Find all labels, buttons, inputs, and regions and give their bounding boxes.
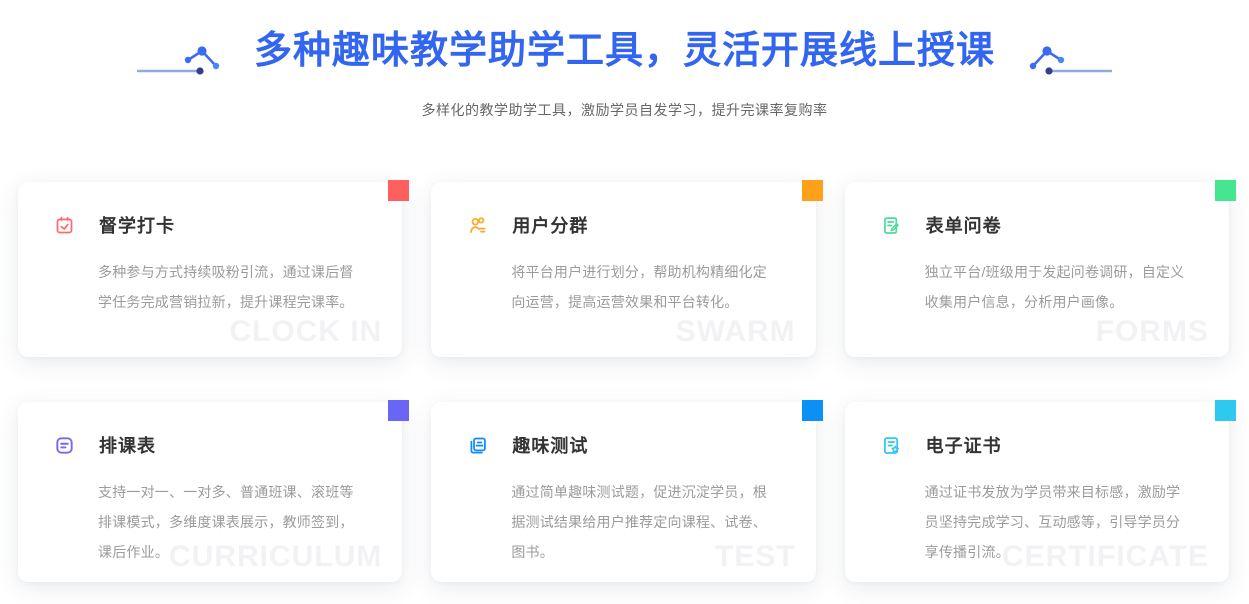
- corner-accent: [1215, 400, 1236, 421]
- card-description: 独立平台/班级用于发起问卷调研，自定义收集用户信息，分析用户画像。: [925, 257, 1186, 317]
- card-title: 电子证书: [926, 432, 1002, 458]
- user-group-icon: [467, 215, 488, 236]
- card-watermark: FORMS: [1096, 315, 1209, 349]
- feature-card-grid: 督学打卡 多种参与方式持续吸粉引流，通过课后督学任务完成营销拉新，提升课程完课率…: [18, 182, 1229, 582]
- corner-accent: [802, 180, 823, 201]
- calendar-check-icon: [54, 215, 75, 236]
- quiz-docs-icon: [467, 435, 488, 456]
- title-row: 多种趣味教学助学工具，灵活开展线上授课: [0, 22, 1249, 82]
- card-title: 督学打卡: [99, 212, 175, 238]
- card-description: 将平台用户进行划分，帮助机构精细化定向运营，提高运营效果和平台转化。: [511, 257, 772, 317]
- feature-card-schedule: 排课表 支持一对一、一对多、普通班课、滚班等排课模式，多维度课表展示，教师签到，…: [18, 402, 402, 582]
- card-watermark: CERTIFICATE: [1002, 540, 1209, 574]
- card-title: 用户分群: [512, 212, 588, 238]
- page-title: 多种趣味教学助学工具，灵活开展线上授课: [254, 27, 995, 76]
- line-chart-decor-right-icon: [1021, 40, 1113, 82]
- feature-card-certificate: 电子证书 通过证书发放为学员带来目标感，激励学员坚持完成学习、互动感等，引导学员…: [845, 402, 1229, 582]
- feature-card-clock-in: 督学打卡 多种参与方式持续吸粉引流，通过课后督学任务完成营销拉新，提升课程完课率…: [18, 182, 402, 357]
- corner-accent: [802, 400, 823, 421]
- card-title: 趣味测试: [512, 432, 588, 458]
- card-watermark: CLOCK IN: [229, 315, 382, 349]
- corner-accent: [1215, 180, 1236, 201]
- card-title: 排课表: [99, 432, 156, 458]
- schedule-icon: [54, 435, 75, 456]
- card-title: 表单问卷: [926, 212, 1002, 238]
- section-header: 多种趣味教学助学工具，灵活开展线上授课 多样化的教学助学工具，激励学员自发学习，…: [0, 0, 1249, 120]
- page-subtitle: 多样化的教学助学工具，激励学员自发学习，提升完课率复购率: [0, 100, 1249, 120]
- card-watermark: TEST: [715, 540, 796, 574]
- corner-accent: [388, 180, 409, 201]
- feature-card-user-segment: 用户分群 将平台用户进行划分，帮助机构精细化定向运营，提高运营效果和平台转化。 …: [431, 182, 815, 357]
- card-description: 多种参与方式持续吸粉引流，通过课后督学任务完成营销拉新，提升课程完课率。: [98, 257, 359, 317]
- corner-accent: [388, 400, 409, 421]
- form-edit-icon: [881, 215, 902, 236]
- line-chart-decor-left-icon: [136, 40, 228, 82]
- card-watermark: SWARM: [676, 315, 796, 349]
- certificate-icon: [881, 435, 902, 456]
- card-watermark: CURRICULUM: [169, 540, 382, 574]
- feature-card-forms: 表单问卷 独立平台/班级用于发起问卷调研，自定义收集用户信息，分析用户画像。 F…: [845, 182, 1229, 357]
- feature-card-quiz: 趣味测试 通过简单趣味测试题，促进沉淀学员，根据测试结果给用户推荐定向课程、试卷…: [431, 402, 815, 582]
